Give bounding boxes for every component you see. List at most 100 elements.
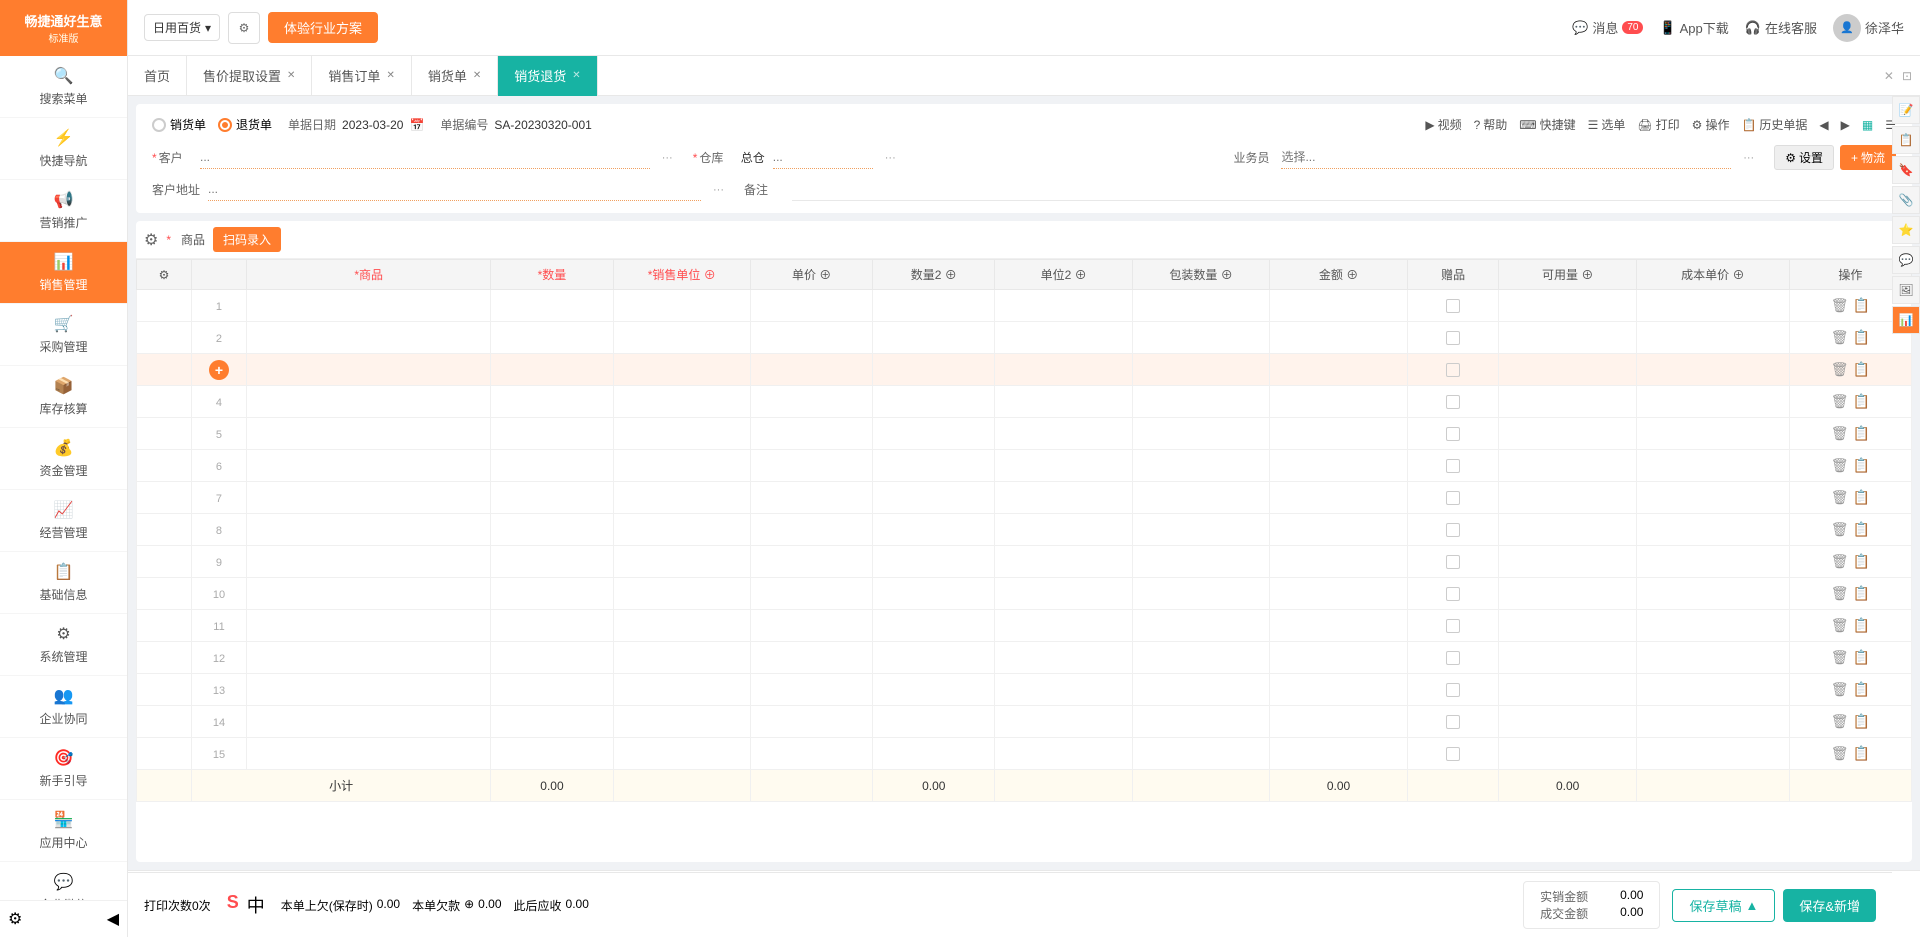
row-gift-10[interactable] [1407,578,1499,610]
grid-view-btn[interactable]: ▦ [1862,118,1873,132]
row-amount-13[interactable] [1270,674,1407,706]
gift-checkbox-14[interactable] [1446,715,1460,729]
row-product-3[interactable] [246,354,490,386]
copy-btn-1[interactable]: 📋 [1853,297,1870,314]
row-cost-15[interactable] [1636,738,1789,770]
row-qty-5[interactable] [491,418,613,450]
row-gift-4[interactable] [1407,386,1499,418]
table-row[interactable]: 8 🗑 📋 [137,514,1912,546]
row-pack-11[interactable] [1132,610,1269,642]
table-row[interactable]: 2 🗑 📋 [137,322,1912,354]
address-more-icon[interactable]: ··· [709,184,728,196]
row-pack-3[interactable] [1132,354,1269,386]
gift-checkbox-4[interactable] [1446,395,1460,409]
row-qty-12[interactable] [491,642,613,674]
sidebar-item-系统管理[interactable]: ⚙系统管理 [0,614,127,676]
delete-btn-13[interactable]: 🗑 [1831,681,1849,698]
table-row[interactable]: 15 🗑 📋 [137,738,1912,770]
tab-销售订单[interactable]: 销售订单✕ [312,56,411,96]
row-unit-1[interactable] [613,290,750,322]
sidebar-item-库存核算[interactable]: 📦库存核算 [0,366,127,428]
row-price-2[interactable] [751,322,873,354]
row-unit-2[interactable] [613,322,750,354]
row-unit2-1[interactable] [995,290,1132,322]
row-gift-3[interactable] [1407,354,1499,386]
user-profile[interactable]: 👤 徐泽华 [1833,14,1904,42]
row-amount-4[interactable] [1270,386,1407,418]
row-unit2-11[interactable] [995,610,1132,642]
copy-btn-8[interactable]: 📋 [1853,521,1870,538]
row-unit-14[interactable] [613,706,750,738]
row-unit2-15[interactable] [995,738,1132,770]
row-product-5[interactable] [246,418,490,450]
delete-btn-1[interactable]: 🗑 [1831,297,1849,314]
sidebar-item-基础信息[interactable]: 📋基础信息 [0,552,127,614]
row-product-2[interactable] [246,322,490,354]
row-unit-11[interactable] [613,610,750,642]
online-service-button[interactable]: 🎧 在线客服 [1745,18,1817,37]
row-amount-11[interactable] [1270,610,1407,642]
copy-btn-15[interactable]: 📋 [1853,745,1870,762]
sidebar-item-应用中心[interactable]: 🏪应用中心 [0,800,127,862]
staff-more-icon[interactable]: ··· [1739,152,1758,164]
delete-btn-11[interactable]: 🗑 [1831,617,1849,634]
copy-btn-10[interactable]: 📋 [1853,585,1870,602]
row-unit-3[interactable] [613,354,750,386]
row-unit-10[interactable] [613,578,750,610]
delete-btn-6[interactable]: 🗑 [1831,457,1849,474]
gift-checkbox-2[interactable] [1446,331,1460,345]
copy-btn-14[interactable]: 📋 [1853,713,1870,730]
tab-close-2[interactable]: ✕ [386,70,394,81]
row-qty-3[interactable] [491,354,613,386]
gift-checkbox-6[interactable] [1446,459,1460,473]
gift-checkbox-9[interactable] [1446,555,1460,569]
row-price-3[interactable] [751,354,873,386]
row-qty2-10[interactable] [873,578,995,610]
table-row[interactable]: + 🗑 📋 [137,354,1912,386]
row-gift-6[interactable] [1407,450,1499,482]
gift-checkbox-1[interactable] [1446,299,1460,313]
row-pack-9[interactable] [1132,546,1269,578]
row-qty2-11[interactable] [873,610,995,642]
copy-btn-2[interactable]: 📋 [1853,329,1870,346]
row-product-14[interactable] [246,706,490,738]
row-price-6[interactable] [751,450,873,482]
row-cost-10[interactable] [1636,578,1789,610]
delete-btn-10[interactable]: 🗑 [1831,585,1849,602]
gift-checkbox-10[interactable] [1446,587,1460,601]
row-unit-12[interactable] [613,642,750,674]
row-qty2-6[interactable] [873,450,995,482]
row-unit2-13[interactable] [995,674,1132,706]
chat-panel-btn[interactable]: 💬 [1892,246,1920,274]
sales-order-radio[interactable]: 销货单 [152,116,206,133]
row-avail-3[interactable] [1499,354,1636,386]
table-row[interactable]: 14 🗑 📋 [137,706,1912,738]
row-gift-13[interactable] [1407,674,1499,706]
row-cost-2[interactable] [1636,322,1789,354]
gift-checkbox-12[interactable] [1446,651,1460,665]
row-pack-10[interactable] [1132,578,1269,610]
delete-btn-14[interactable]: 🗑 [1831,713,1849,730]
row-price-15[interactable] [751,738,873,770]
row-avail-8[interactable] [1499,514,1636,546]
table-row[interactable]: 13 🗑 📋 [137,674,1912,706]
prev-record-btn[interactable]: ◀ [1819,118,1828,132]
row-price-14[interactable] [751,706,873,738]
row-qty2-3[interactable] [873,354,995,386]
row-gift-2[interactable] [1407,322,1499,354]
copy-btn-12[interactable]: 📋 [1853,649,1870,666]
row-unit-7[interactable] [613,482,750,514]
row-product-13[interactable] [246,674,490,706]
row-cost-14[interactable] [1636,706,1789,738]
delete-btn-9[interactable]: 🗑 [1831,553,1849,570]
row-unit2-12[interactable] [995,642,1132,674]
settings-button[interactable]: ⚙ 设置 [1774,145,1834,170]
row-qty-6[interactable] [491,450,613,482]
row-avail-11[interactable] [1499,610,1636,642]
row-amount-12[interactable] [1270,642,1407,674]
scan-button[interactable]: 扫码录入 [213,227,281,252]
delete-btn-7[interactable]: 🗑 [1831,489,1849,506]
help-btn[interactable]: ? 帮助 [1474,116,1508,133]
sidebar-item-搜索菜单[interactable]: 🔍搜索菜单 [0,56,127,118]
row-unit2-6[interactable] [995,450,1132,482]
